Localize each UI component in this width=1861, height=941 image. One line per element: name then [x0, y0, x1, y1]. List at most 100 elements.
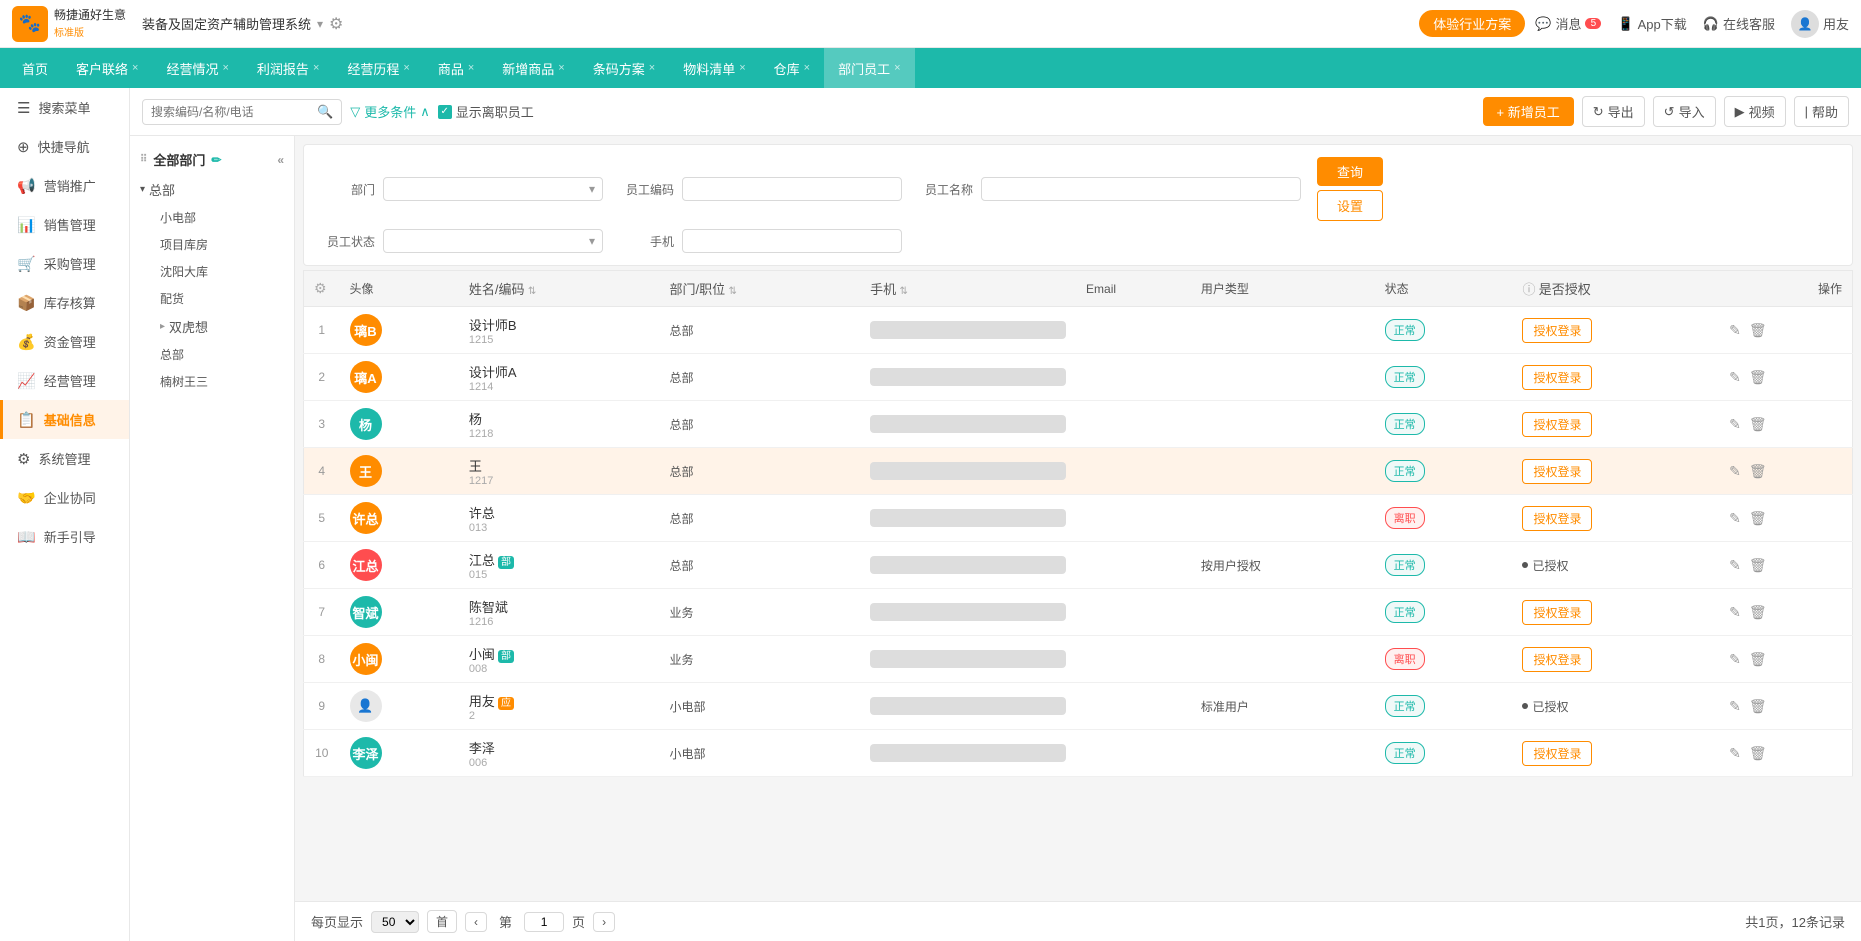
- close-icon[interactable]: ×: [649, 62, 655, 74]
- delete-button[interactable]: 🗑: [1749, 322, 1767, 339]
- nav-item-customer[interactable]: 客户联络 ×: [62, 48, 152, 88]
- nav-item-add-product[interactable]: 新增商品 ×: [488, 48, 578, 88]
- nav-item-employee[interactable]: 部门员工 ×: [824, 48, 914, 88]
- user-area[interactable]: 👤 用友: [1791, 10, 1849, 38]
- auth-button[interactable]: 授权登录: [1522, 741, 1592, 766]
- close-icon[interactable]: ×: [468, 62, 474, 74]
- page-input[interactable]: [524, 912, 564, 932]
- edit-button[interactable]: ✎: [1729, 416, 1741, 433]
- delete-button[interactable]: 🗑: [1749, 369, 1767, 386]
- tree-item-zongbu[interactable]: 总部: [140, 341, 294, 368]
- nav-item-home[interactable]: 首页: [8, 48, 62, 88]
- edit-button[interactable]: ✎: [1729, 651, 1741, 668]
- auth-button[interactable]: 授权登录: [1522, 412, 1592, 437]
- tree-item-shenyang[interactable]: 沈阳大库: [140, 258, 294, 285]
- edit-button[interactable]: ✎: [1729, 604, 1741, 621]
- nav-item-barcode[interactable]: 条码方案 ×: [579, 48, 669, 88]
- sidebar-item-sales[interactable]: 📊 销售管理: [0, 205, 129, 244]
- trial-button[interactable]: 体验行业方案: [1419, 10, 1525, 37]
- delete-button[interactable]: 🗑: [1749, 651, 1767, 668]
- sidebar-item-shortcut[interactable]: ⊕ 快捷导航: [0, 127, 129, 166]
- export-button[interactable]: ↻ 导出: [1582, 96, 1645, 127]
- tree-item-xiaodian[interactable]: 小电部: [140, 204, 294, 231]
- import-button[interactable]: ↺ 导入: [1653, 96, 1716, 127]
- edit-button[interactable]: ✎: [1729, 745, 1741, 762]
- auth-button[interactable]: 授权登录: [1522, 459, 1592, 484]
- sidebar-item-purchase[interactable]: 🛒 采购管理: [0, 244, 129, 283]
- close-icon[interactable]: ×: [313, 62, 319, 74]
- sidebar-item-inventory[interactable]: 📦 库存核算: [0, 283, 129, 322]
- close-icon[interactable]: ×: [222, 62, 228, 74]
- close-icon[interactable]: ×: [132, 62, 138, 74]
- nav-item-bom[interactable]: 物料清单 ×: [669, 48, 759, 88]
- nav-item-profit[interactable]: 利润报告 ×: [243, 48, 333, 88]
- app-download-button[interactable]: 📱 App下载: [1617, 14, 1686, 33]
- close-icon[interactable]: ×: [894, 62, 900, 74]
- search-button[interactable]: 查询: [1317, 157, 1383, 186]
- filter-dept-select[interactable]: [383, 177, 603, 201]
- sidebar-item-guide[interactable]: 📖 新手引导: [0, 517, 129, 556]
- col-dept[interactable]: 部门/职位 ⇅: [660, 271, 861, 307]
- delete-button[interactable]: 🗑: [1749, 698, 1767, 715]
- tree-item-headquarters[interactable]: ▾ 总部: [130, 175, 294, 204]
- col-phone[interactable]: 手机 ⇅: [860, 271, 1076, 307]
- edit-button[interactable]: ✎: [1729, 369, 1741, 386]
- filter-code-input[interactable]: [682, 177, 902, 201]
- filter-phone-input[interactable]: [682, 229, 902, 253]
- delete-button[interactable]: 🗑: [1749, 510, 1767, 527]
- close-icon[interactable]: ×: [739, 62, 745, 74]
- delete-button[interactable]: 🗑: [1749, 463, 1767, 480]
- online-service-button[interactable]: 🎧 在线客服: [1703, 14, 1775, 33]
- sidebar-item-marketing[interactable]: 📢 营销推广: [0, 166, 129, 205]
- edit-button[interactable]: ✎: [1729, 322, 1741, 339]
- auth-button[interactable]: 授权登录: [1522, 318, 1592, 343]
- sidebar-item-finance[interactable]: 💰 资金管理: [0, 322, 129, 361]
- auth-button[interactable]: 授权登录: [1522, 506, 1592, 531]
- collapse-icon[interactable]: «: [277, 153, 284, 167]
- delete-button[interactable]: 🗑: [1749, 604, 1767, 621]
- view-button[interactable]: ▶ 视频: [1724, 96, 1786, 127]
- edit-button[interactable]: ✎: [1729, 557, 1741, 574]
- tree-item-project[interactable]: 项目库房: [140, 231, 294, 258]
- nav-item-history[interactable]: 经营历程 ×: [333, 48, 423, 88]
- filter-status-select[interactable]: [383, 229, 603, 253]
- nav-item-warehouse[interactable]: 仓库 ×: [760, 48, 824, 88]
- setting-button[interactable]: 设置: [1317, 190, 1383, 221]
- tree-item-shuanghu[interactable]: ▸ 双虎想: [140, 312, 294, 341]
- per-page-select[interactable]: 50: [371, 911, 419, 933]
- add-employee-button[interactable]: + 新增员工: [1483, 97, 1574, 126]
- next-page-btn[interactable]: ›: [593, 912, 615, 932]
- sidebar-item-basic[interactable]: 📋 基础信息: [0, 400, 129, 439]
- nav-item-operation[interactable]: 经营情况 ×: [152, 48, 242, 88]
- sidebar-item-business[interactable]: 📈 经营管理: [0, 361, 129, 400]
- sidebar-item-system[interactable]: ⚙ 系统管理: [0, 439, 129, 478]
- auth-button[interactable]: 授权登录: [1522, 600, 1592, 625]
- tree-item-nangshu[interactable]: 楠树王三: [140, 368, 294, 395]
- auth-button[interactable]: 授权登录: [1522, 647, 1592, 672]
- auth-button[interactable]: 授权登录: [1522, 365, 1592, 390]
- close-icon[interactable]: ×: [804, 62, 810, 74]
- message-button[interactable]: 💬 消息 5: [1535, 14, 1601, 33]
- delete-button[interactable]: 🗑: [1749, 416, 1767, 433]
- show-resigned-checkbox[interactable]: ✓ 显示离职员工: [438, 102, 534, 121]
- close-icon[interactable]: ×: [558, 62, 564, 74]
- first-page-btn[interactable]: 首: [427, 910, 457, 933]
- prev-page-btn[interactable]: ‹: [465, 912, 487, 932]
- gear-icon[interactable]: ⚙: [329, 14, 343, 34]
- filter-name-input[interactable]: [981, 177, 1301, 201]
- col-name[interactable]: 姓名/编码 ⇅: [459, 271, 660, 307]
- system-arrow-icon[interactable]: ▾: [317, 17, 323, 31]
- edit-icon[interactable]: ✏: [211, 153, 221, 167]
- search-input[interactable]: [151, 105, 311, 119]
- edit-button[interactable]: ✎: [1729, 463, 1741, 480]
- sidebar-item-collab[interactable]: 🤝 企业协同: [0, 478, 129, 517]
- sidebar-item-search[interactable]: ☰ 搜索菜单: [0, 88, 129, 127]
- nav-item-product[interactable]: 商品 ×: [424, 48, 488, 88]
- more-filter-button[interactable]: ▽ 更多条件 ∧: [350, 102, 430, 121]
- edit-button[interactable]: ✎: [1729, 510, 1741, 527]
- help-button[interactable]: | 帮助: [1794, 96, 1849, 127]
- delete-button[interactable]: 🗑: [1749, 557, 1767, 574]
- close-icon[interactable]: ×: [403, 62, 409, 74]
- edit-button[interactable]: ✎: [1729, 698, 1741, 715]
- delete-button[interactable]: 🗑: [1749, 745, 1767, 762]
